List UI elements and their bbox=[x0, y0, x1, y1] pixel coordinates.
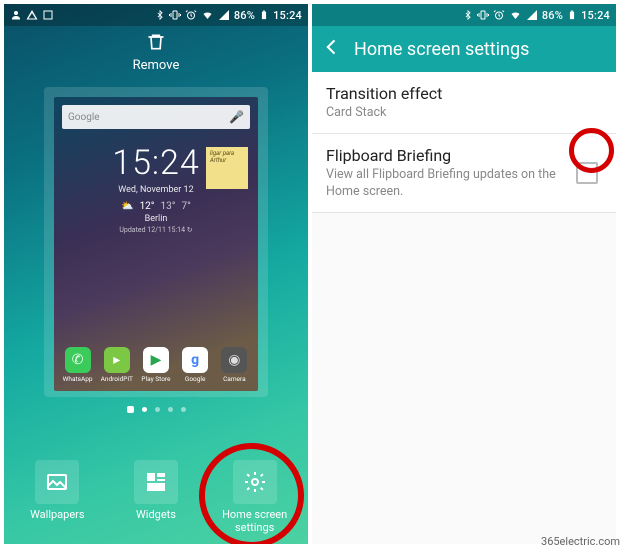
page-dot-3[interactable] bbox=[168, 407, 173, 412]
vibrate-icon bbox=[169, 9, 181, 21]
signal-icon bbox=[218, 9, 230, 21]
setting-transition-effect[interactable]: Transition effect Card Stack bbox=[312, 72, 616, 134]
weather-lo: 7° bbox=[182, 201, 191, 212]
signal-icon bbox=[526, 9, 538, 21]
battery-pct: 86% bbox=[542, 9, 563, 22]
weather-hi: 13° bbox=[161, 201, 176, 212]
vibrate-icon bbox=[477, 9, 489, 21]
screenshot-notif-icon bbox=[42, 9, 54, 21]
page-title: Home screen settings bbox=[354, 39, 529, 60]
image-icon bbox=[35, 460, 79, 504]
status-time: 15:24 bbox=[273, 9, 302, 22]
app-playstore[interactable]: ▶Play Store bbox=[138, 347, 174, 383]
status-time: 15:24 bbox=[581, 9, 610, 22]
page-indicator[interactable] bbox=[4, 407, 308, 414]
battery-icon bbox=[259, 9, 269, 21]
bluetooth-icon bbox=[463, 9, 473, 21]
annotation-circle-right bbox=[569, 128, 614, 173]
attribution-text: 365electric.com bbox=[541, 535, 620, 548]
setting-title: Flipboard Briefing bbox=[326, 146, 602, 165]
status-bar: 86% 15:24 bbox=[312, 4, 616, 26]
weather-updated: Updated 12/11 15:14 ↻ bbox=[62, 226, 250, 234]
wifi-icon bbox=[201, 9, 214, 21]
home-screen-settings-screen: 86% 15:24 Home screen settings Transitio… bbox=[312, 4, 616, 544]
page-dot-4[interactable] bbox=[181, 407, 186, 412]
remove-button[interactable]: Remove bbox=[4, 32, 308, 73]
remove-label: Remove bbox=[133, 58, 180, 73]
sticky-note-widget[interactable]: ligar para Arthur bbox=[206, 147, 248, 189]
home-page-preview[interactable]: Google 🎤 ligar para Arthur 15:24 Wed, No… bbox=[44, 87, 268, 397]
mic-icon: 🎤 bbox=[229, 110, 244, 124]
grid-icon bbox=[134, 460, 178, 504]
trash-icon bbox=[146, 32, 166, 56]
battery-icon bbox=[567, 9, 577, 21]
status-bar: 86% 15:24 bbox=[4, 4, 308, 26]
widgets-button[interactable]: Widgets bbox=[111, 460, 201, 534]
weather-temp: 12° bbox=[140, 201, 155, 212]
page-dot-home[interactable] bbox=[127, 406, 134, 413]
clock-date: Wed, November 12 bbox=[62, 185, 250, 195]
bluetooth-icon bbox=[155, 9, 165, 21]
alarm-icon bbox=[185, 9, 197, 21]
title-bar: Home screen settings bbox=[312, 26, 616, 72]
warning-notif-icon bbox=[26, 9, 38, 21]
annotation-circle-left bbox=[199, 443, 304, 544]
weather-city: Berlin bbox=[62, 214, 250, 224]
cloud-icon: ⛅ bbox=[121, 201, 133, 212]
widgets-label: Widgets bbox=[136, 508, 176, 521]
page-dot-1[interactable] bbox=[142, 407, 147, 412]
app-camera[interactable]: ◉Camera bbox=[216, 347, 252, 383]
wallpapers-label: Wallpapers bbox=[30, 508, 85, 521]
alarm-icon bbox=[493, 9, 505, 21]
setting-sub: View all Flipboard Briefing updates on t… bbox=[326, 167, 602, 200]
battery-pct: 86% bbox=[234, 9, 255, 22]
weather-row: ⛅ 12° 13° 7° bbox=[62, 201, 250, 212]
person-notif-icon bbox=[10, 9, 22, 21]
app-dock: ✆WhatsApp ▸AndroidPIT ▶Play Store gGoogl… bbox=[54, 347, 258, 383]
wifi-icon bbox=[509, 9, 522, 21]
app-whatsapp[interactable]: ✆WhatsApp bbox=[60, 347, 96, 383]
setting-title: Transition effect bbox=[326, 84, 602, 103]
google-search-widget[interactable]: Google 🎤 bbox=[62, 105, 250, 129]
back-button[interactable] bbox=[322, 37, 342, 62]
home-editor-screen: 86% 15:24 Remove Google 🎤 ligar para Art… bbox=[4, 4, 308, 544]
sticky-text: ligar para Arthur bbox=[210, 150, 234, 164]
app-androidpit[interactable]: ▸AndroidPIT bbox=[99, 347, 135, 383]
page-dot-2[interactable] bbox=[155, 407, 160, 412]
app-google[interactable]: gGoogle bbox=[177, 347, 213, 383]
preview-inner: Google 🎤 ligar para Arthur 15:24 Wed, No… bbox=[54, 97, 258, 391]
search-placeholder: Google bbox=[68, 112, 100, 123]
wallpapers-button[interactable]: Wallpapers bbox=[12, 460, 102, 534]
setting-sub: Card Stack bbox=[326, 105, 602, 121]
